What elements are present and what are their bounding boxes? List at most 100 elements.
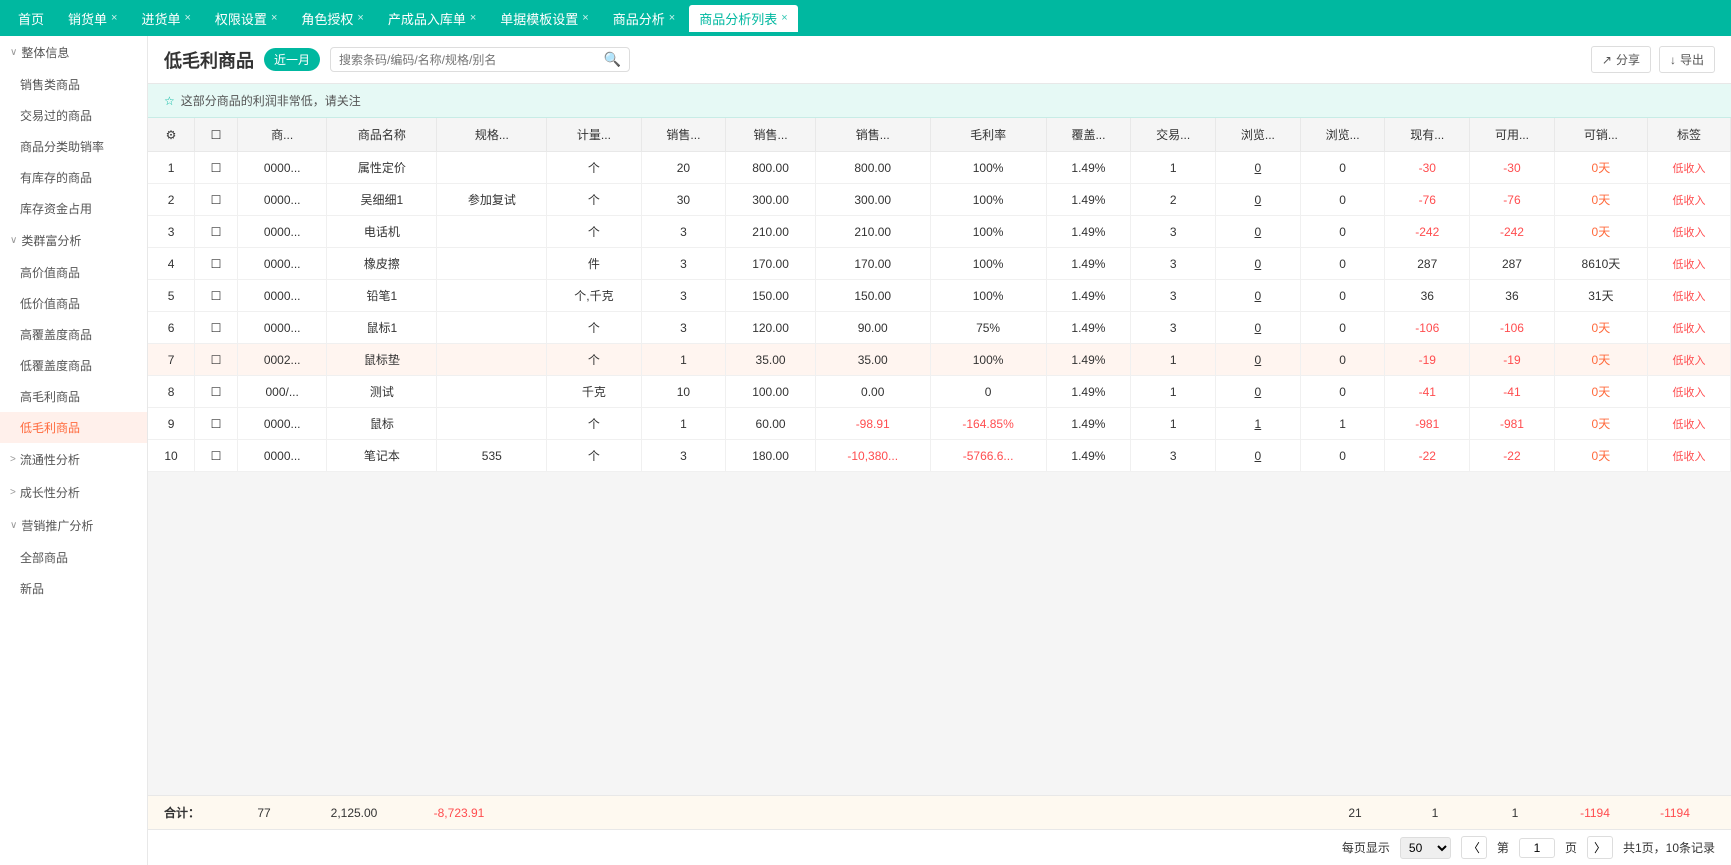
nav-item-单据模板设置[interactable]: 单据模板设置× bbox=[490, 5, 598, 32]
td-checkbox[interactable]: ☐ bbox=[195, 184, 238, 216]
td-sales_price: 100.00 bbox=[726, 376, 816, 408]
td-sales_amount: 90.00 bbox=[815, 312, 930, 344]
td-coverage: 1.49% bbox=[1046, 184, 1131, 216]
nav-close-角色授权[interactable]: × bbox=[357, 12, 363, 24]
td-current_stock: -19 bbox=[1385, 344, 1470, 376]
nav-close-产成品入库单[interactable]: × bbox=[470, 12, 476, 24]
sidebar-item-新品[interactable]: 新品 bbox=[0, 573, 147, 604]
td-sales_price: 300.00 bbox=[726, 184, 816, 216]
page-input[interactable] bbox=[1519, 838, 1555, 858]
td-spec bbox=[437, 248, 547, 280]
search-input[interactable] bbox=[339, 53, 598, 67]
sidebar-item-高覆盖度商品[interactable]: 高覆盖度商品 bbox=[0, 319, 147, 350]
td-browse1: 0 bbox=[1216, 152, 1301, 184]
td-tag: 低收入 bbox=[1647, 280, 1730, 312]
td-spec bbox=[437, 312, 547, 344]
share-button[interactable]: ↗ 分享 bbox=[1591, 46, 1651, 73]
td-sellable: 0天 bbox=[1554, 376, 1647, 408]
td-browse1: 0 bbox=[1216, 344, 1301, 376]
search-box: 🔍 bbox=[330, 47, 630, 72]
prev-page-button[interactable]: 〈 bbox=[1461, 836, 1487, 859]
td-name: 笔记本 bbox=[327, 440, 437, 472]
sidebar-item-有库存的商品[interactable]: 有库存的商品 bbox=[0, 162, 147, 193]
nav-close-商品分析列表[interactable]: × bbox=[781, 12, 787, 24]
nav-close-销货单[interactable]: × bbox=[111, 12, 117, 24]
nav-item-产成品入库单[interactable]: 产成品入库单× bbox=[378, 5, 486, 32]
sidebar-item-低毛利商品[interactable]: 低毛利商品 bbox=[0, 412, 147, 443]
td-transaction: 1 bbox=[1131, 344, 1216, 376]
td-checkbox[interactable]: ☐ bbox=[195, 376, 238, 408]
sidebar-item-低价值商品[interactable]: 低价值商品 bbox=[0, 288, 147, 319]
td-unit: 个 bbox=[547, 152, 641, 184]
td-browse2: 0 bbox=[1300, 376, 1385, 408]
td-checkbox[interactable]: ☐ bbox=[195, 408, 238, 440]
nav-item-首页[interactable]: 首页 bbox=[8, 5, 54, 32]
td-sales_amount: -98.91 bbox=[815, 408, 930, 440]
nav-close-商品分析[interactable]: × bbox=[669, 12, 675, 24]
nav-item-商品分析列表[interactable]: 商品分析列表× bbox=[689, 5, 797, 32]
td-spec bbox=[437, 152, 547, 184]
td-browse2: 0 bbox=[1300, 248, 1385, 280]
sidebar-group-类群富分析[interactable]: ∨类群富分析 bbox=[0, 224, 147, 257]
td-spec bbox=[437, 216, 547, 248]
notice-bar: ☆ 这部分商品的利润非常低，请关注 bbox=[148, 84, 1731, 118]
nav-close-单据模板设置[interactable]: × bbox=[582, 12, 588, 24]
sidebar-item-全部商品[interactable]: 全部商品 bbox=[0, 542, 147, 573]
table-row: 9☐0000...鼠标个160.00-98.91-164.85%1.49%111… bbox=[148, 408, 1731, 440]
td-checkbox[interactable]: ☐ bbox=[195, 440, 238, 472]
nav-item-商品分析[interactable]: 商品分析× bbox=[603, 5, 685, 32]
page-size-select[interactable]: 50 20 100 bbox=[1400, 837, 1451, 859]
td-sales_price: 800.00 bbox=[726, 152, 816, 184]
next-page-button[interactable]: 〉 bbox=[1587, 836, 1613, 859]
sidebar-item-低覆盖度商品[interactable]: 低覆盖度商品 bbox=[0, 350, 147, 381]
td-checkbox[interactable]: ☐ bbox=[195, 312, 238, 344]
share-icon: ↗ bbox=[1602, 53, 1612, 67]
nav-item-角色授权[interactable]: 角色授权× bbox=[291, 5, 373, 32]
nav-item-销货单[interactable]: 销货单× bbox=[58, 5, 127, 32]
td-checkbox[interactable]: ☐ bbox=[195, 280, 238, 312]
sidebar-item-商品分类助销率[interactable]: 商品分类助销率 bbox=[0, 131, 147, 162]
sidebar-group-营销推广分析[interactable]: ∨营销推广分析 bbox=[0, 509, 147, 542]
td-available: -242 bbox=[1470, 216, 1555, 248]
td-unit: 个 bbox=[547, 216, 641, 248]
th-settings[interactable]: ⚙ bbox=[148, 118, 195, 152]
nav-item-进货单[interactable]: 进货单× bbox=[131, 5, 200, 32]
total-info: 共1页，10条记录 bbox=[1623, 839, 1715, 856]
table-header: ⚙☐商...商品名称规格...计量...销售...销售...销售...毛利率覆盖… bbox=[148, 118, 1731, 152]
export-button[interactable]: ↓ 导出 bbox=[1659, 46, 1715, 73]
sidebar-item-高毛利商品[interactable]: 高毛利商品 bbox=[0, 381, 147, 412]
th-code: 商... bbox=[237, 118, 327, 152]
sidebar-group-整体信息[interactable]: ∨整体信息 bbox=[0, 36, 147, 69]
sidebar-group-成长性分析[interactable]: >成长性分析 bbox=[0, 476, 147, 509]
sidebar-item-库存资金占用[interactable]: 库存资金占用 bbox=[0, 193, 147, 224]
table-area[interactable]: ⚙☐商...商品名称规格...计量...销售...销售...销售...毛利率覆盖… bbox=[148, 118, 1731, 795]
td-code: 0000... bbox=[237, 184, 327, 216]
td-code: 0000... bbox=[237, 248, 327, 280]
th-checkbox[interactable]: ☐ bbox=[195, 118, 238, 152]
th-browse2: 浏览... bbox=[1300, 118, 1385, 152]
td-transaction: 1 bbox=[1131, 408, 1216, 440]
sidebar-item-交易过的商品[interactable]: 交易过的商品 bbox=[0, 100, 147, 131]
footer-browse1: 1 bbox=[1395, 806, 1475, 820]
nav-item-权限设置[interactable]: 权限设置× bbox=[205, 5, 287, 32]
td-sales_amount: 0.00 bbox=[815, 376, 930, 408]
td-sellable: 0天 bbox=[1554, 216, 1647, 248]
search-icon[interactable]: 🔍 bbox=[604, 51, 621, 68]
td-sales_price: 210.00 bbox=[726, 216, 816, 248]
sidebar-item-销售类商品[interactable]: 销售类商品 bbox=[0, 69, 147, 100]
td-no: 10 bbox=[148, 440, 195, 472]
td-sellable: 0天 bbox=[1554, 344, 1647, 376]
td-code: 0000... bbox=[237, 280, 327, 312]
period-button[interactable]: 近一月 bbox=[264, 48, 320, 71]
nav-close-权限设置[interactable]: × bbox=[271, 12, 277, 24]
td-checkbox[interactable]: ☐ bbox=[195, 152, 238, 184]
sidebar-item-高价值商品[interactable]: 高价值商品 bbox=[0, 257, 147, 288]
td-checkbox[interactable]: ☐ bbox=[195, 216, 238, 248]
td-checkbox[interactable]: ☐ bbox=[195, 344, 238, 376]
nav-close-进货单[interactable]: × bbox=[184, 12, 190, 24]
td-transaction: 3 bbox=[1131, 248, 1216, 280]
td-no: 2 bbox=[148, 184, 195, 216]
td-code: 000/... bbox=[237, 376, 327, 408]
sidebar-group-流通性分析[interactable]: >流通性分析 bbox=[0, 443, 147, 476]
td-checkbox[interactable]: ☐ bbox=[195, 248, 238, 280]
